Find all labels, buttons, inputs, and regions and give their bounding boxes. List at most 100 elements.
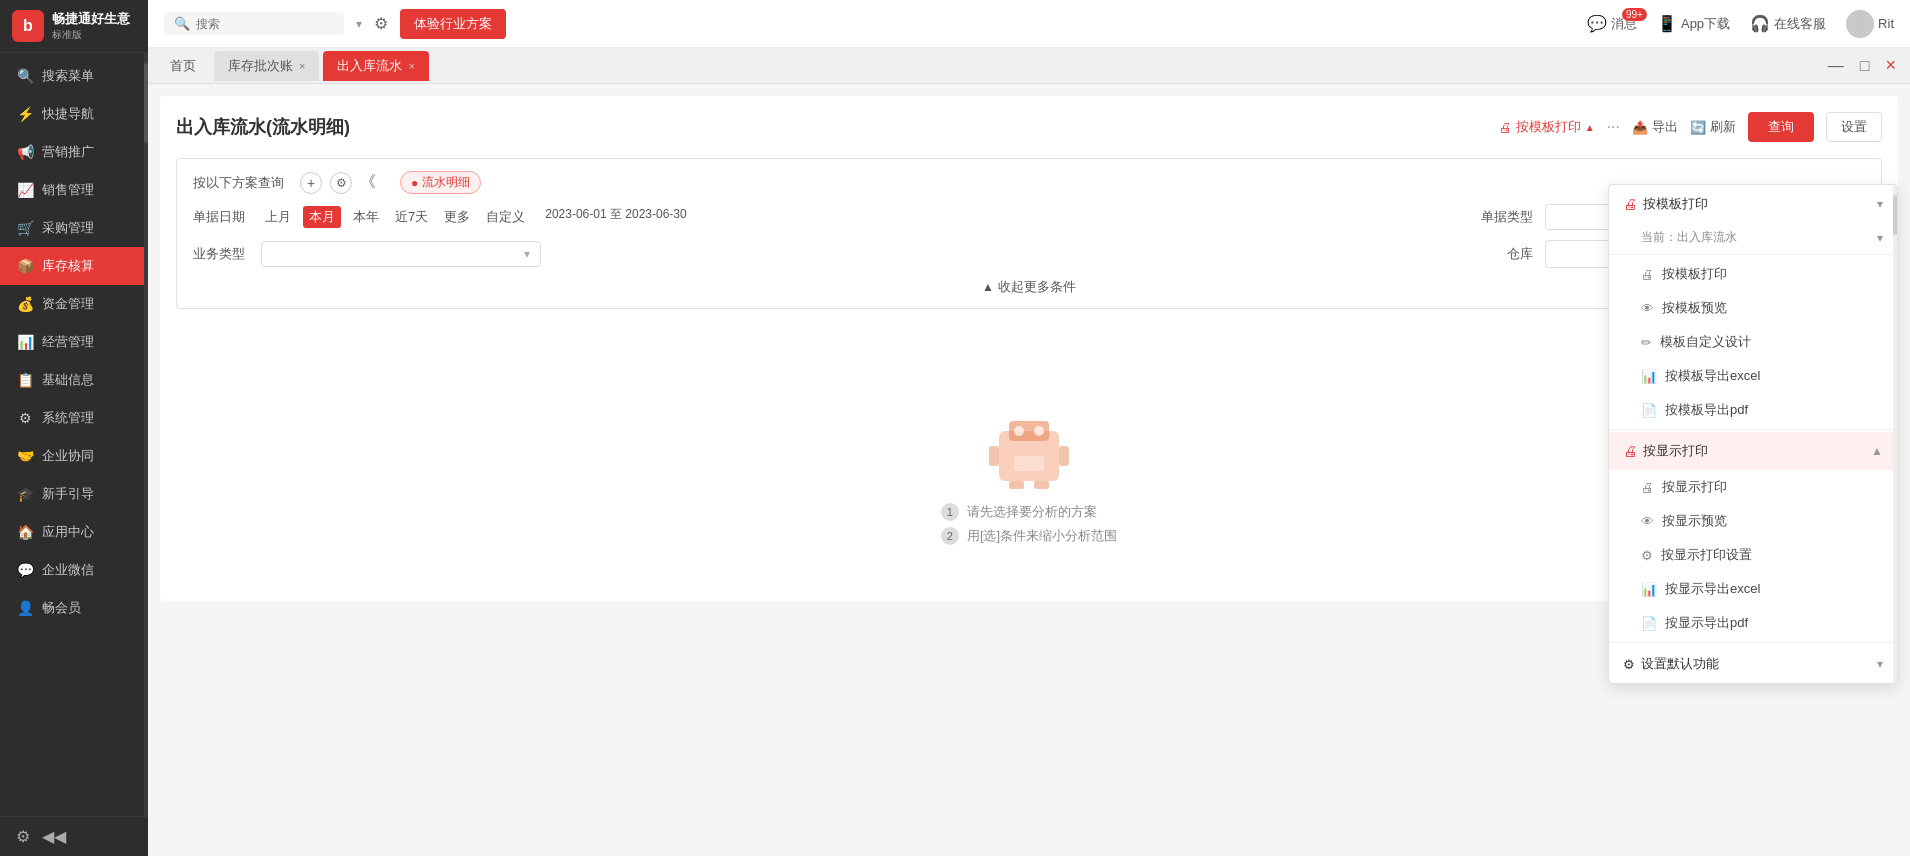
date-shortcut-this-year[interactable]: 本年 xyxy=(349,206,383,228)
display-pdf-label: 按显示导出pdf xyxy=(1665,614,1748,632)
tab-in-out-flow-close[interactable]: × xyxy=(408,60,414,72)
message-button[interactable]: 💬 消息 99+ xyxy=(1587,14,1637,33)
page-header: 出入库流水(流水明细) 🖨 按模板打印 ▲ ··· 📤 导出 xyxy=(176,112,1882,142)
divider3 xyxy=(1609,642,1897,643)
collapse-sidebar-icon[interactable]: ◀◀ xyxy=(42,827,66,846)
guide-icon: 🎓 xyxy=(16,485,34,503)
sidebar-item-purchase[interactable]: 🛒 采购管理 xyxy=(0,209,148,247)
business-type-select[interactable]: ▾ xyxy=(261,241,541,267)
sidebar-item-inventory[interactable]: 📦 库存核算 xyxy=(0,247,148,285)
warehouse-label: 仓库 xyxy=(1507,245,1533,263)
basic-icon: 📋 xyxy=(16,371,34,389)
sidebar-item-operations[interactable]: 📊 经营管理 xyxy=(0,323,148,361)
topbar-settings-icon[interactable]: ⚙ xyxy=(374,14,388,33)
display-print-item[interactable]: 🖨 按显示打印 xyxy=(1609,470,1897,504)
topbar-search-area[interactable]: 🔍 xyxy=(164,12,344,35)
date-shortcuts: 上月 本月 本年 近7天 更多 自定义 xyxy=(261,206,529,228)
print-icon: 🖨 xyxy=(1499,120,1512,135)
window-minimize-button[interactable]: — xyxy=(1822,53,1850,78)
sidebar-item-apps[interactable]: 🏠 应用中心 xyxy=(0,513,148,551)
purchase-icon: 🛒 xyxy=(16,219,34,237)
display-excel-icon: 📊 xyxy=(1641,582,1657,597)
sidebar-item-guide[interactable]: 🎓 新手引导 xyxy=(0,475,148,513)
quick-nav-icon: ⚡ xyxy=(16,105,34,123)
tab-inventory-batch[interactable]: 库存批次账 × xyxy=(214,51,319,81)
default-section-header[interactable]: ⚙ 设置默认功能 ▾ xyxy=(1609,645,1897,683)
sidebar-item-system[interactable]: ⚙ 系统管理 xyxy=(0,399,148,437)
template-preview-item[interactable]: 👁 按模板预览 xyxy=(1609,291,1897,325)
sidebar-item-wechat[interactable]: 💬 企业微信 xyxy=(0,551,148,589)
app-download-button[interactable]: 📱 App下载 xyxy=(1657,14,1730,33)
display-print-section-header[interactable]: 🖨 按显示打印 ▲ xyxy=(1609,432,1897,470)
filter-add-button[interactable]: + xyxy=(300,172,322,194)
date-field-label: 单据日期 xyxy=(193,208,245,226)
sidebar-item-sales[interactable]: 📈 销售管理 xyxy=(0,171,148,209)
template-excel-item[interactable]: 📊 按模板导出excel xyxy=(1609,359,1897,393)
sidebar-item-search[interactable]: 🔍 搜索菜单 xyxy=(0,57,148,95)
online-service-label: 在线客服 xyxy=(1774,15,1826,33)
print-template-button[interactable]: 🖨 按模板打印 ▲ xyxy=(1499,118,1595,136)
tab-home[interactable]: 首页 xyxy=(156,51,210,81)
default-section-chevron: ▾ xyxy=(1877,657,1883,671)
date-range-text: 2023-06-01 至 2023-06-30 xyxy=(545,206,686,223)
window-close-button[interactable]: × xyxy=(1879,53,1902,78)
template-preview-label: 按模板预览 xyxy=(1662,299,1727,317)
query-button[interactable]: 查询 xyxy=(1748,112,1814,142)
avatar xyxy=(1846,10,1874,38)
more-options-icon[interactable]: ··· xyxy=(1607,118,1620,136)
online-service-button[interactable]: 🎧 在线客服 xyxy=(1750,14,1826,33)
sidebar-item-basic[interactable]: 📋 基础信息 xyxy=(0,361,148,399)
date-shortcut-7days[interactable]: 近7天 xyxy=(391,206,432,228)
refresh-button[interactable]: 🔄 刷新 xyxy=(1690,118,1736,136)
display-preview-item[interactable]: 👁 按显示预览 xyxy=(1609,504,1897,538)
svg-rect-4 xyxy=(1014,456,1044,471)
dropdown-scrollbar[interactable] xyxy=(1893,185,1897,683)
filter-tag[interactable]: ● 流水明细 xyxy=(400,171,481,194)
date-shortcut-this-month[interactable]: 本月 xyxy=(303,206,341,228)
sidebar-item-marketing[interactable]: 📢 营销推广 xyxy=(0,133,148,171)
topbar-search-input[interactable] xyxy=(196,17,316,31)
date-shortcut-more[interactable]: 更多 xyxy=(440,206,474,228)
template-print-section-header[interactable]: 🖨 按模板打印 ▾ xyxy=(1609,185,1897,223)
date-shortcut-last-month[interactable]: 上月 xyxy=(261,206,295,228)
sidebar-item-finance[interactable]: 💰 资金管理 xyxy=(0,285,148,323)
industry-solution-button[interactable]: 体验行业方案 xyxy=(400,9,506,39)
sidebar-item-quick-nav[interactable]: ⚡ 快捷导航 xyxy=(0,95,148,133)
sidebar-item-enterprise[interactable]: 🤝 企业协同 xyxy=(0,437,148,475)
brand-name: 畅捷通好生意 xyxy=(52,11,130,28)
filter-actions: + ⚙ 《 xyxy=(300,172,376,194)
template-pdf-item[interactable]: 📄 按模板导出pdf xyxy=(1609,393,1897,427)
display-settings-icon: ⚙ xyxy=(1641,548,1653,563)
sales-icon: 📈 xyxy=(16,181,34,199)
template-custom-item[interactable]: ✏ 模板自定义设计 xyxy=(1609,325,1897,359)
window-maximize-button[interactable]: □ xyxy=(1854,53,1876,78)
tab-in-out-flow[interactable]: 出入库流水 × xyxy=(323,51,428,81)
step2-text: 用[选]条件来缩小分析范围 xyxy=(967,527,1117,545)
topbar-search-chevron[interactable]: ▾ xyxy=(356,17,362,31)
sidebar-item-member[interactable]: 👤 畅会员 xyxy=(0,589,148,627)
template-print-item[interactable]: 🖨 按模板打印 xyxy=(1609,257,1897,291)
display-pdf-item[interactable]: 📄 按显示导出pdf xyxy=(1609,606,1897,640)
display-settings-item[interactable]: ⚙ 按显示打印设置 xyxy=(1609,538,1897,572)
member-icon: 👤 xyxy=(16,599,34,617)
refresh-icon: 🔄 xyxy=(1690,120,1706,135)
tab-inventory-batch-close[interactable]: × xyxy=(299,60,305,72)
user-profile[interactable]: Rit xyxy=(1846,10,1894,38)
default-section-icon: ⚙ xyxy=(1623,657,1635,672)
settings-button[interactable]: 设置 xyxy=(1826,112,1882,142)
sidebar-logo: b 畅捷通好生意 标准版 xyxy=(0,0,148,53)
refresh-label: 刷新 xyxy=(1710,118,1736,136)
settings-bottom-icon[interactable]: ⚙ xyxy=(16,827,30,846)
template-preview-icon: 👁 xyxy=(1641,301,1654,316)
date-shortcut-custom[interactable]: 自定义 xyxy=(482,206,529,228)
template-section-chevron: ▾ xyxy=(1877,197,1883,211)
print-chevron-up-icon: ▲ xyxy=(1585,122,1595,133)
template-current-chevron: ▾ xyxy=(1877,231,1883,245)
filter-settings-button[interactable]: ⚙ xyxy=(330,172,352,194)
empty-state-illustration xyxy=(979,401,1079,491)
display-excel-item[interactable]: 📊 按显示导出excel xyxy=(1609,572,1897,606)
template-excel-label: 按模板导出excel xyxy=(1665,367,1760,385)
filter-collapse-button[interactable]: 《 xyxy=(360,172,376,193)
template-current-item[interactable]: 当前：出入库流水 ▾ xyxy=(1609,223,1897,252)
export-button[interactable]: 📤 导出 xyxy=(1632,118,1678,136)
